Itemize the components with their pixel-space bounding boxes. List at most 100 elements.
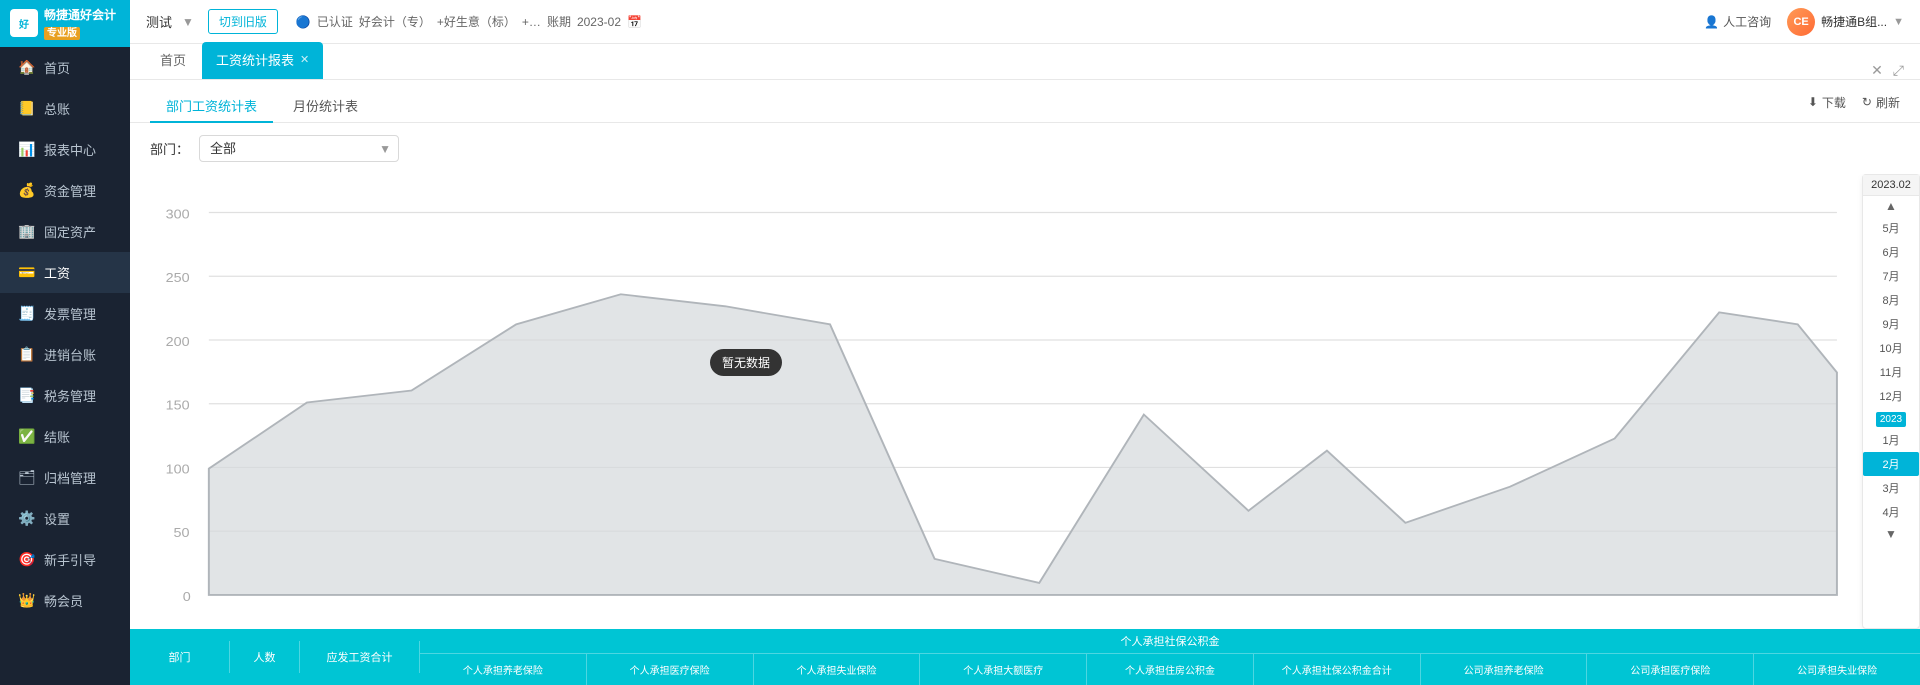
help-button[interactable]: 👤 人工咨询 [1704, 13, 1771, 30]
status-more: +… [522, 15, 541, 29]
sidebar-label-2: 报表中心 [44, 140, 96, 159]
expand-icon[interactable]: ⤢ [1893, 62, 1904, 79]
sidebar-item-报表中心[interactable]: 📊 报表中心 [0, 129, 130, 170]
sidebar-icon-2: 📊 [18, 141, 36, 158]
sidebar-label-11: 设置 [44, 509, 70, 528]
col-company-medical: 公司承担医疗保险 [1587, 654, 1754, 685]
sidebar-icon-8: 📑 [18, 387, 36, 404]
month-9[interactable]: 9月 [1863, 312, 1919, 336]
calendar-icon[interactable]: 📅 [627, 15, 642, 29]
month-12[interactable]: 12月 [1863, 384, 1919, 408]
tab-salary-report[interactable]: 工资统计报表 ✕ [202, 42, 323, 79]
sidebar-label-3: 资金管理 [44, 181, 96, 200]
sidebar-item-总账[interactable]: 📒 总账 [0, 88, 130, 129]
topbar: 测试 ▼ 切到旧版 🔵 已认证 好会计（专） +好生意（标） +… 账期 202… [130, 0, 1920, 44]
col-count: 人数 [230, 641, 300, 673]
certified-icon: 🔵 [296, 15, 311, 29]
sidebar-icon-1: 📒 [18, 100, 36, 117]
download-button[interactable]: ⬇ 下载 [1808, 94, 1846, 111]
sidebar-item-税务管理[interactable]: 📑 税务管理 [0, 375, 130, 416]
col-total-salary: 应发工资合计 [300, 641, 420, 673]
sidebar-label-0: 首页 [44, 58, 70, 77]
svg-text:250: 250 [166, 270, 190, 285]
sidebar-item-发票管理[interactable]: 🧾 发票管理 [0, 293, 130, 334]
sidebar-icon-3: 💰 [18, 182, 36, 199]
topbar-right: 👤 人工咨询 CE 畅捷通B组... ▼ [1704, 8, 1904, 36]
month-5[interactable]: 5月 [1863, 216, 1919, 240]
app-logo: 好 畅捷通好会计 专业版 [0, 0, 130, 47]
sidebar-item-资金管理[interactable]: 💰 资金管理 [0, 170, 130, 211]
sidebar-icon-13: 👑 [18, 592, 36, 609]
col-company-unemployment: 公司承担失业保险 [1754, 654, 1920, 685]
subtab-dept[interactable]: 部门工资统计表 [150, 90, 273, 123]
subtab-month[interactable]: 月份统计表 [277, 90, 374, 123]
sidebar-icon-7: 📋 [18, 346, 36, 363]
company-name: 测试 [146, 12, 172, 31]
sidebar-icon-4: 🏢 [18, 223, 36, 240]
month-3[interactable]: 3月 [1863, 476, 1919, 500]
logo-text: 畅捷通好会计 [44, 8, 116, 24]
sidebar-label-13: 畅会员 [44, 591, 83, 610]
sidebar-item-畅会员[interactable]: 👑 畅会员 [0, 580, 130, 621]
sidebar-icon-10: 🗂 [18, 469, 36, 486]
sidebar-item-工资[interactable]: 💳 工资 [0, 252, 130, 293]
download-icon: ⬇ [1808, 95, 1818, 109]
svg-text:150: 150 [166, 397, 190, 412]
company-chevron-icon: ▼ [182, 15, 194, 29]
sidebar-item-设置[interactable]: ⚙️ 设置 [0, 498, 130, 539]
sidebar-item-首页[interactable]: 🏠 首页 [0, 47, 130, 88]
month-6[interactable]: 6月 [1863, 240, 1919, 264]
tab-close-icon[interactable]: ✕ [300, 53, 309, 66]
month-4[interactable]: 4月 [1863, 500, 1919, 524]
tab-home[interactable]: 首页 [146, 42, 200, 79]
dept-filter-label: 部门： [150, 139, 189, 158]
sidebar-label-6: 发票管理 [44, 304, 96, 323]
svg-text:50: 50 [174, 525, 190, 540]
dept-filter-select[interactable]: 全部 [199, 135, 399, 162]
month-1[interactable]: 1月 [1863, 428, 1919, 452]
sidebar-label-8: 税务管理 [44, 386, 96, 405]
date-picker: 2023.02 ▲ 5月 6月 7月 8月 9月 10月 11月 12月 202… [1862, 174, 1920, 629]
sidebar-item-进销台账[interactable]: 📋 进销台账 [0, 334, 130, 375]
sidebar-label-10: 归档管理 [44, 468, 96, 487]
date-nav-up[interactable]: ▲ [1863, 196, 1919, 216]
sidebar-item-固定资产[interactable]: 🏢 固定资产 [0, 211, 130, 252]
tab-window-controls: ✕ ⤢ [1871, 62, 1904, 79]
group-title: 个人承担社保公积金 [420, 629, 1920, 654]
chart-section: 0 50 100 150 200 250 300 [130, 174, 1920, 629]
table-header-bar: 部门 人数 应发工资合计 个人承担社保公积金 个人承担养老保险 个人承担医疗保险… [130, 629, 1920, 685]
subtab-left: 部门工资统计表 月份统计表 [150, 90, 374, 122]
content-area: 部门工资统计表 月份统计表 ⬇ 下载 ↻ 刷新 部门： [130, 80, 1920, 685]
close-panel-icon[interactable]: ✕ [1871, 62, 1883, 79]
sidebar-label-1: 总账 [44, 99, 70, 118]
sidebar-item-结账[interactable]: ✅ 结账 [0, 416, 130, 457]
sidebar-label-5: 工资 [44, 263, 70, 282]
status-good-accounting: 好会计（专） [359, 13, 431, 30]
col-personal-total: 个人承担社保公积金合计 [1254, 654, 1421, 685]
col-dept: 部门 [130, 641, 230, 673]
sidebar-icon-12: 🎯 [18, 551, 36, 568]
svg-text:300: 300 [166, 206, 190, 221]
status-certified: 已认证 [317, 13, 353, 30]
month-2[interactable]: 2月 [1863, 452, 1919, 476]
switch-old-button[interactable]: 切到旧版 [208, 9, 278, 34]
col-personal-housing: 个人承担住房公积金 [1087, 654, 1254, 685]
sidebar-label-4: 固定资产 [44, 222, 96, 241]
col-company-pension: 公司承担养老保险 [1421, 654, 1588, 685]
topbar-actions: 切到旧版 [208, 9, 278, 34]
col-personal-unemployment: 个人承担失业保险 [754, 654, 921, 685]
col-personal-major-medical: 个人承担大额医疗 [920, 654, 1087, 685]
sidebar-item-新手引导[interactable]: 🎯 新手引导 [0, 539, 130, 580]
user-menu[interactable]: CE 畅捷通B组... ▼ [1787, 8, 1904, 36]
sidebar-icon-9: ✅ [18, 428, 36, 445]
month-10[interactable]: 10月 [1863, 336, 1919, 360]
date-nav-down[interactable]: ▼ [1863, 524, 1919, 544]
user-chevron-icon: ▼ [1893, 16, 1904, 28]
col-personal-medical: 个人承担医疗保险 [587, 654, 754, 685]
sidebar-item-归档管理[interactable]: 🗂 归档管理 [0, 457, 130, 498]
month-7[interactable]: 7月 [1863, 264, 1919, 288]
month-8[interactable]: 8月 [1863, 288, 1919, 312]
home-tab-label: 首页 [160, 50, 186, 69]
month-11[interactable]: 11月 [1863, 360, 1919, 384]
refresh-button[interactable]: ↻ 刷新 [1862, 94, 1900, 111]
